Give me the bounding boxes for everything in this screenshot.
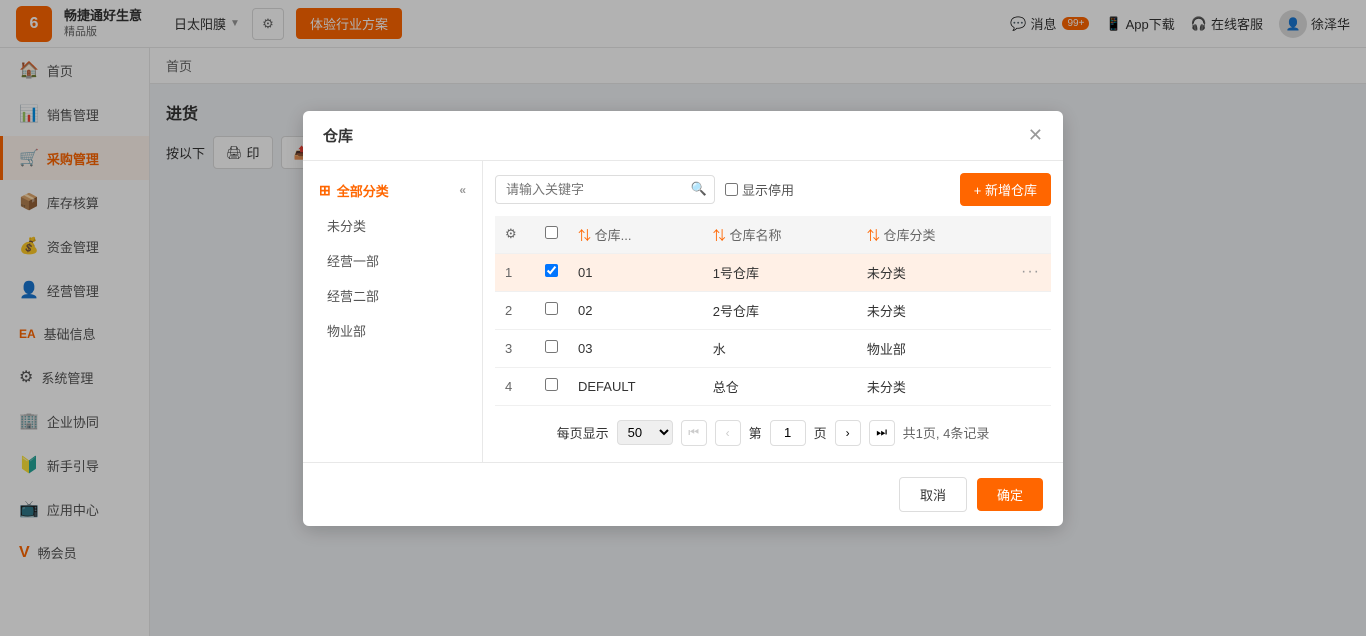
close-icon[interactable]: ✕ xyxy=(1028,125,1043,146)
th-category: ⇅ 仓库分类 xyxy=(857,216,1011,254)
row-name: 1号仓库 xyxy=(703,253,857,291)
confirm-button[interactable]: 确定 xyxy=(977,478,1043,511)
table-wrapper: ⚙ ⇅ 仓库... ⇅ 仓库名称 xyxy=(495,216,1051,406)
sort-icon: ⇅ xyxy=(578,228,591,243)
row-code: 01 xyxy=(568,253,703,291)
all-categories[interactable]: ⊞ 全部分类 « xyxy=(303,173,482,208)
per-page-select[interactable]: 50 100 xyxy=(617,420,673,445)
row-actions xyxy=(1011,329,1051,367)
th-checkbox xyxy=(535,216,568,254)
show-disabled-checkbox[interactable] xyxy=(725,183,738,196)
category-unclassified[interactable]: 未分类 xyxy=(303,208,482,243)
table-row[interactable]: 1 01 1号仓库 未分类 ··· xyxy=(495,253,1051,291)
row-actions xyxy=(1011,367,1051,405)
row-num: 1 xyxy=(495,253,535,291)
modal-header: 仓库 ✕ xyxy=(303,111,1063,161)
th-settings: ⚙ xyxy=(495,216,535,254)
row-actions: ··· xyxy=(1011,253,1051,291)
category-property[interactable]: 物业部 xyxy=(303,313,482,348)
row-code: 02 xyxy=(568,291,703,329)
warehouse-modal: 仓库 ✕ ⊞ 全部分类 « 未分类 经营一部 经营二部 物业部 xyxy=(303,111,1063,526)
grid-icon: ⊞ xyxy=(319,182,331,199)
show-disabled-wrap: 显示停用 xyxy=(725,180,794,199)
modal-body: ⊞ 全部分类 « 未分类 经营一部 经营二部 物业部 🔍 xyxy=(303,161,1063,462)
row-checkbox[interactable] xyxy=(545,340,558,353)
row-category: 未分类 xyxy=(857,367,1011,405)
search-icon[interactable]: 🔍 xyxy=(691,181,707,197)
table-panel: 🔍 显示停用 + 新增仓库 ⚙ xyxy=(483,161,1063,462)
search-bar: 🔍 显示停用 + 新增仓库 xyxy=(495,173,1051,206)
prev-page-btn[interactable]: ‹ xyxy=(715,420,741,446)
sort-icon-cat: ⇅ xyxy=(867,228,880,243)
select-all-checkbox[interactable] xyxy=(545,226,558,239)
row-num: 4 xyxy=(495,367,535,405)
next-page-btn[interactable]: › xyxy=(835,420,861,446)
page-input[interactable] xyxy=(770,420,806,446)
th-name: ⇅ 仓库名称 xyxy=(703,216,857,254)
row-category: 未分类 xyxy=(857,253,1011,291)
sort-icon-name: ⇅ xyxy=(713,228,726,243)
modal-title: 仓库 xyxy=(323,125,353,146)
row-category: 物业部 xyxy=(857,329,1011,367)
row-num: 2 xyxy=(495,291,535,329)
th-actions xyxy=(1011,216,1051,254)
row-checkbox[interactable] xyxy=(545,264,558,277)
first-page-btn[interactable]: ⏮ xyxy=(681,420,707,446)
category-dept2[interactable]: 经营二部 xyxy=(303,278,482,313)
modal-overlay: 仓库 ✕ ⊞ 全部分类 « 未分类 经营一部 经营二部 物业部 xyxy=(0,0,1366,636)
collapse-icon[interactable]: « xyxy=(459,183,466,197)
search-input-wrap: 🔍 xyxy=(495,175,715,204)
th-code: ⇅ 仓库... xyxy=(568,216,703,254)
row-more-btn[interactable]: ··· xyxy=(1021,263,1040,280)
row-name: 水 xyxy=(703,329,857,367)
category-dept1[interactable]: 经营一部 xyxy=(303,243,482,278)
row-name: 总仓 xyxy=(703,367,857,405)
pagination: 每页显示 50 100 ⏮ ‹ 第 页 › ⏭ 共1页, 4条记录 xyxy=(495,406,1051,450)
row-checkbox[interactable] xyxy=(545,302,558,315)
row-actions xyxy=(1011,291,1051,329)
search-input[interactable] xyxy=(495,175,715,204)
row-num: 3 xyxy=(495,329,535,367)
warehouse-table: ⚙ ⇅ 仓库... ⇅ 仓库名称 xyxy=(495,216,1051,406)
add-warehouse-button[interactable]: + 新增仓库 xyxy=(960,173,1051,206)
row-code: 03 xyxy=(568,329,703,367)
cancel-button[interactable]: 取消 xyxy=(899,477,967,512)
table-row[interactable]: 4 DEFAULT 总仓 未分类 xyxy=(495,367,1051,405)
table-row[interactable]: 3 03 水 物业部 xyxy=(495,329,1051,367)
row-checkbox-cell xyxy=(535,253,568,291)
row-checkbox-cell xyxy=(535,329,568,367)
row-checkbox[interactable] xyxy=(545,378,558,391)
table-row[interactable]: 2 02 2号仓库 未分类 xyxy=(495,291,1051,329)
table-header-row: ⚙ ⇅ 仓库... ⇅ 仓库名称 xyxy=(495,216,1051,254)
row-name: 2号仓库 xyxy=(703,291,857,329)
row-category: 未分类 xyxy=(857,291,1011,329)
modal-footer: 取消 确定 xyxy=(303,462,1063,526)
row-code: DEFAULT xyxy=(568,367,703,405)
category-panel: ⊞ 全部分类 « 未分类 经营一部 经营二部 物业部 xyxy=(303,161,483,462)
last-page-btn[interactable]: ⏭ xyxy=(869,420,895,446)
row-checkbox-cell xyxy=(535,291,568,329)
row-checkbox-cell xyxy=(535,367,568,405)
